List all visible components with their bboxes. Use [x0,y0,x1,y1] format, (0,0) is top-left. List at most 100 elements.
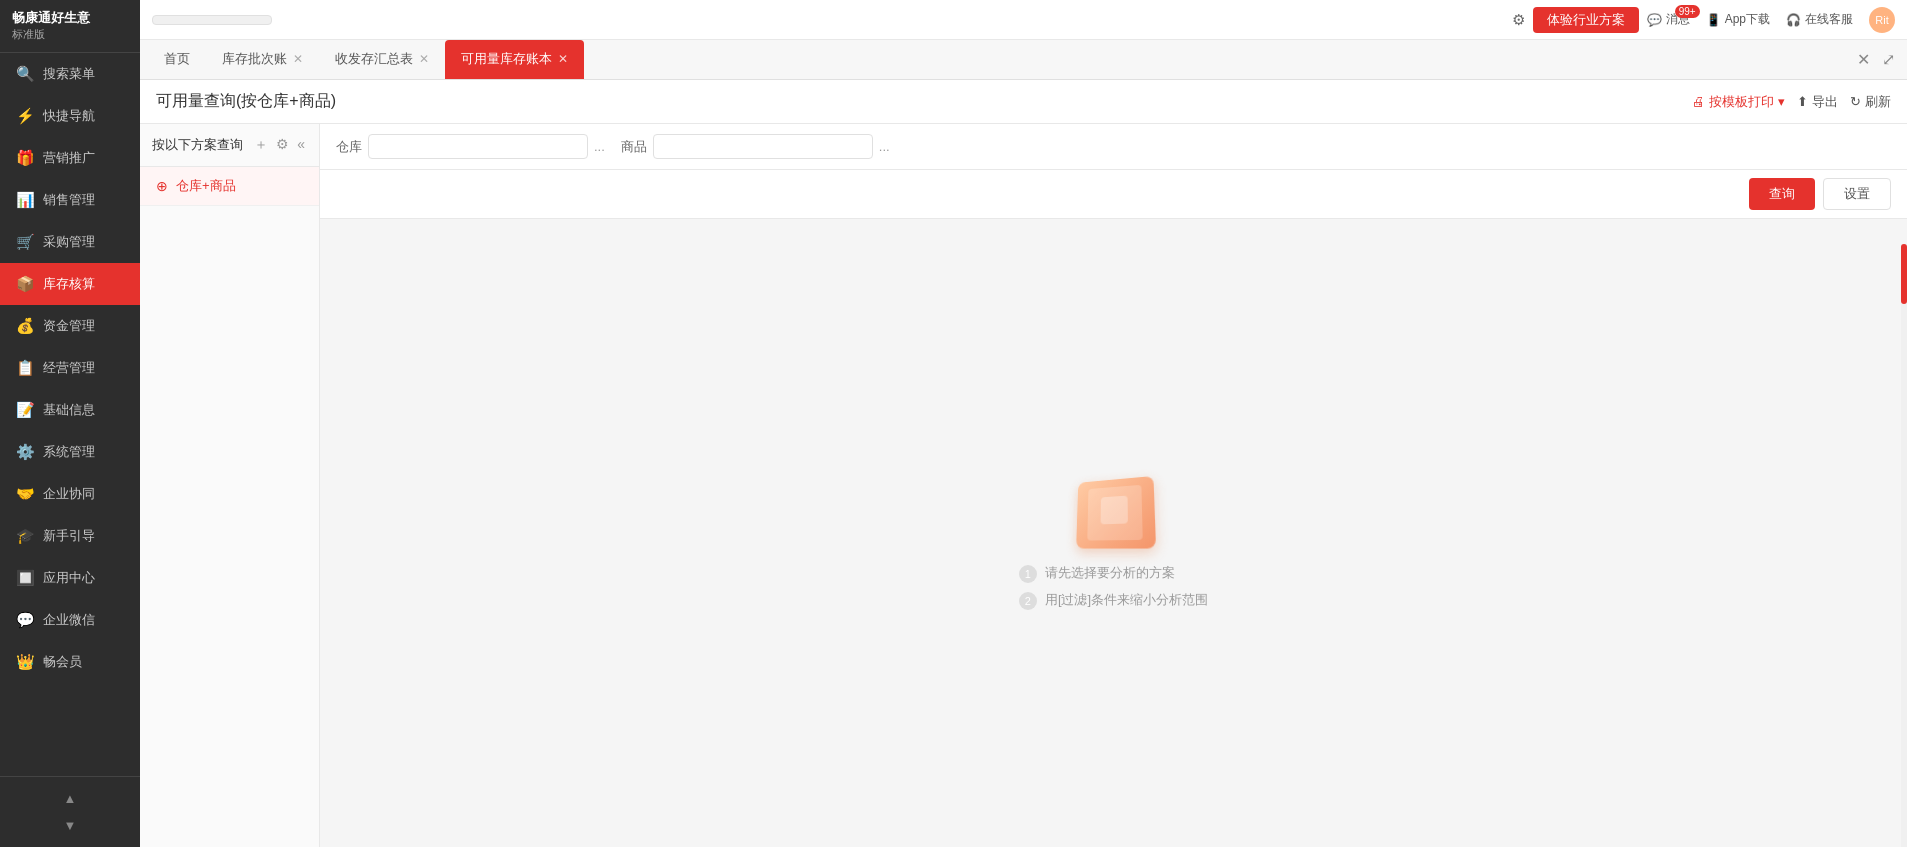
sidebar-item-label: 搜索菜单 [43,65,95,83]
sidebar-item-label: 销售管理 [43,191,95,209]
tabbar: 首页库存批次账✕收发存汇总表✕ 可用量库存账本 ✕ ✕ ⤢ [140,40,1907,80]
basic-icon: 📝 [16,401,35,419]
export-label: 导出 [1812,93,1838,111]
main-area: ⚙ 体验行业方案 💬 消息 99+ 📱 App下载 🎧 在线客服 Rit [140,0,1907,847]
sidebar: 畅康通好生意 标准版 🔍搜索菜单 ⚡ 快捷导航 🎁 营销推广 📊 销售管理 🛒 采购管理 📦库存核… [0,0,140,847]
service-icon: 🎧 [1786,13,1801,27]
topbar-service-label: 在线客服 [1805,11,1853,28]
sidebar-item-purchase[interactable]: 🛒 采购管理 [0,221,140,263]
filter-goods-label: 商品 [621,138,647,156]
sidebar-item-guide[interactable]: 🎓新手引导 [0,515,140,557]
sidebar-logo: 畅康通好生意 标准版 [0,0,140,53]
sidebar-item-label: 系统管理 [43,443,95,461]
content-wrapper: 按以下方案查询 ＋ ⚙ « ⊕ 仓库+商品 仓库 [140,124,1907,847]
empty-hint-2: 2 用[过滤]条件来缩小分析范围 [1019,591,1208,610]
tab-available[interactable]: 可用量库存账本 ✕ [445,40,584,79]
sidebar-item-basic[interactable]: 📝基础信息 [0,389,140,431]
refresh-label: 刷新 [1865,93,1891,111]
export-btn[interactable]: ⬆ 导出 [1797,93,1838,111]
sidebar-item-enterprise[interactable]: 🤝企业协同 [0,473,140,515]
tab-home[interactable]: 首页 [148,40,206,79]
tab-summary[interactable]: 收发存汇总表✕ [319,40,445,79]
topbar-gear-btn[interactable]: ⚙ [1512,11,1525,29]
empty-box-face [1100,496,1127,525]
sales-icon: 📊 [16,191,35,209]
member-icon: 👑 [16,653,35,671]
settings-btn[interactable]: 设置 [1823,178,1891,210]
sidebar-item-finance[interactable]: 💰资金管理 [0,305,140,347]
sidebar-item-member[interactable]: 👑畅会员 [0,641,140,683]
tab-batch-account[interactable]: 库存批次账✕ [206,40,319,79]
refresh-btn[interactable]: ↻ 刷新 [1850,93,1891,111]
filter-bar: 仓库 ... 商品 ... [320,124,1907,170]
tab-close-available[interactable]: ✕ [558,52,568,66]
sidebar-scroll: 🔍搜索菜单 ⚡ 快捷导航 🎁 营销推广 📊 销售管理 🛒 采购管理 📦库存核算💰资金管理📋经营管理… [0,53,140,776]
tabbar-actions: ✕ ⤢ [1853,40,1899,79]
filter-goods-input[interactable] [653,134,873,159]
page-header-actions: 🖨 按模板打印 ▾ ⬆ 导出 ↻ 刷新 [1692,93,1891,111]
sidebar-scroll-up[interactable]: ▲ [0,785,140,812]
sidebar-logo-sub: 标准版 [12,27,128,42]
tab-label: 首页 [164,50,190,68]
sidebar-item-system[interactable]: ⚙️ 系统管理 [0,431,140,473]
shortcut-icon: ⚡ [16,107,35,125]
query-action-bar: 查询 设置 [320,170,1907,219]
refresh-icon: ↻ [1850,94,1861,109]
hint-num-1: 1 [1019,565,1037,583]
left-panel-header: 按以下方案查询 ＋ ⚙ « [140,124,319,167]
inventory-icon: 📦 [16,275,35,293]
sidebar-item-apps[interactable]: 🔲应用中心 [0,557,140,599]
collapse-left-btn[interactable]: « [295,134,307,156]
topbar-trial-btn[interactable]: 体验行业方案 [1533,7,1639,33]
system-icon: ⚙️ [16,443,35,461]
sidebar-item-label: 快捷导航 [43,107,95,125]
topbar-right: 💬 消息 99+ 📱 App下载 🎧 在线客服 Rit [1647,7,1895,33]
sidebar-item-sales[interactable]: 📊 销售管理 [0,179,140,221]
right-scrollbar-thumb[interactable] [1901,244,1907,304]
page-header: 可用量查询(按仓库+商品) 🖨 按模板打印 ▾ ⬆ 导出 ↻ 刷新 [140,80,1907,124]
sidebar-item-search[interactable]: 🔍搜索菜单 [0,53,140,95]
purchase-icon: 🛒 [16,233,35,251]
add-scheme-btn[interactable]: ＋ [252,134,270,156]
filter-warehouse-more[interactable]: ... [594,139,605,154]
sidebar-item-label: 采购管理 [43,233,95,251]
sidebar-item-shortcut[interactable]: ⚡ 快捷导航 [0,95,140,137]
app-icon: 📱 [1706,13,1721,27]
tab-close-batch-account[interactable]: ✕ [293,52,303,66]
query-btn[interactable]: 查询 [1749,178,1815,210]
avatar-text: Rit [1875,14,1888,26]
empty-hints: 1 请先选择要分析的方案 2 用[过滤]条件来缩小分析范围 [1019,564,1208,618]
topbar: ⚙ 体验行业方案 💬 消息 99+ 📱 App下载 🎧 在线客服 Rit [140,0,1907,40]
topbar-service[interactable]: 🎧 在线客服 [1786,11,1853,28]
hint-text-2: 用[过滤]条件来缩小分析范围 [1045,591,1208,609]
tab-close-all-btn[interactable]: ✕ [1853,46,1874,73]
tab-expand-btn[interactable]: ⤢ [1878,46,1899,73]
message-icon: 💬 [1647,13,1662,27]
sidebar-item-wechat[interactable]: 💬企业微信 [0,599,140,641]
topbar-user[interactable]: Rit [1869,7,1895,33]
sidebar-item-operation[interactable]: 📋经营管理 [0,347,140,389]
page-title: 可用量查询(按仓库+商品) [156,91,336,112]
marketing-icon: 🎁 [16,149,35,167]
hint-num-2: 2 [1019,592,1037,610]
print-label: 按模板打印 [1709,93,1774,111]
tab-label: 可用量库存账本 [461,50,552,68]
topbar-msg[interactable]: 💬 消息 99+ [1647,11,1690,28]
left-panel: 按以下方案查询 ＋ ⚙ « ⊕ 仓库+商品 [140,124,320,847]
sidebar-scroll-down[interactable]: ▼ [0,812,140,839]
print-dropdown-icon: ▾ [1778,94,1785,109]
sidebar-item-marketing[interactable]: 🎁 营销推广 [0,137,140,179]
tab-close-summary[interactable]: ✕ [419,52,429,66]
avatar: Rit [1869,7,1895,33]
right-scrollbar[interactable] [1901,244,1907,847]
settings-scheme-btn[interactable]: ⚙ [274,134,291,156]
left-panel-item-warehouse-goods[interactable]: ⊕ 仓库+商品 [140,167,319,206]
print-btn[interactable]: 🖨 按模板打印 ▾ [1692,93,1785,111]
sidebar-logo-title: 畅康通好生意 [12,10,128,27]
sidebar-item-inventory[interactable]: 📦库存核算 [0,263,140,305]
filter-warehouse-input[interactable] [368,134,588,159]
topbar-app[interactable]: 📱 App下载 [1706,11,1770,28]
sidebar-item-label: 企业协同 [43,485,95,503]
sidebar-item-label: 营销推广 [43,149,95,167]
filter-goods-more[interactable]: ... [879,139,890,154]
